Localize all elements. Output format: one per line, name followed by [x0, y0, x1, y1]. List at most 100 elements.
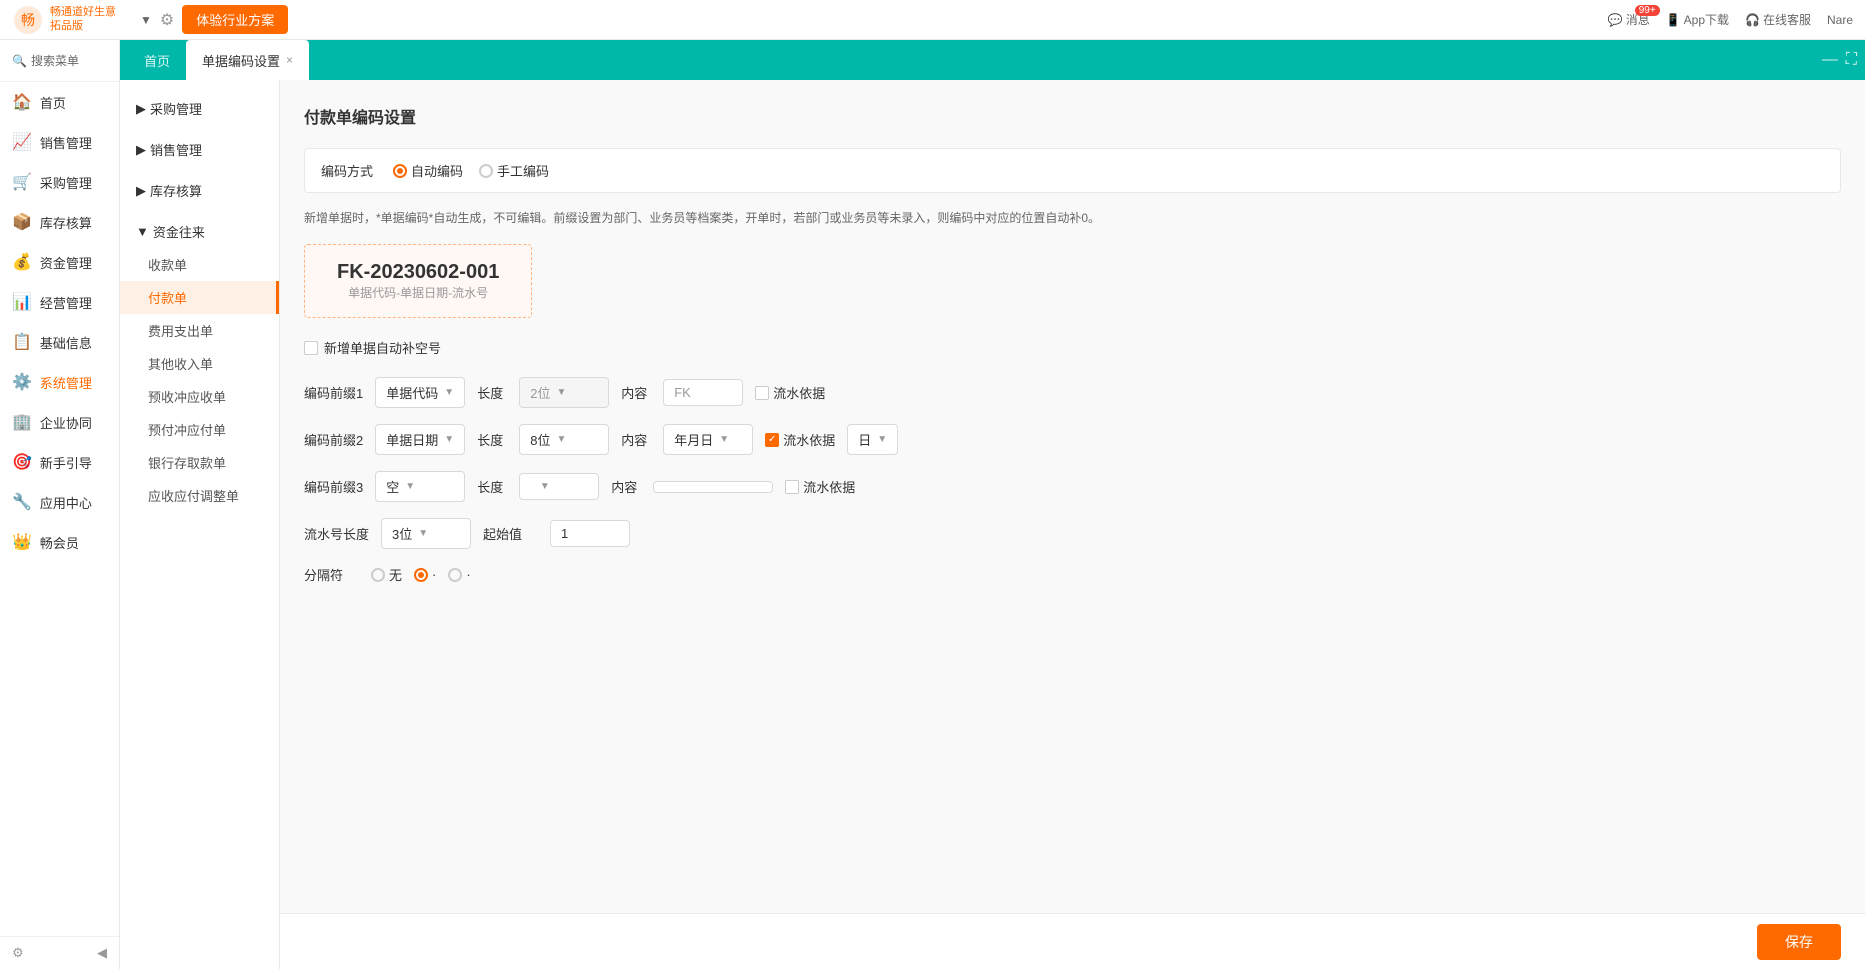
prefix-1-label: 编码前缀1 — [304, 383, 363, 402]
operations-icon: 📊 — [12, 292, 32, 312]
leaf-prepay-payable[interactable]: 预付冲应付单 — [120, 413, 279, 446]
length-1-select: 2位 ▼ — [519, 377, 609, 408]
header-right: 💬 消息 99+ 📱 App下载 🎧 在线客服 Nare — [1608, 11, 1853, 28]
group-funds-arrow: ▼ — [136, 224, 149, 239]
manual-coding-radio[interactable]: 手工编码 — [479, 161, 549, 180]
sidebar-item-finance[interactable]: 💰 资金管理 — [0, 242, 119, 282]
user-name[interactable]: Nare — [1827, 13, 1853, 27]
group-inventory-arrow: ▶ — [136, 183, 146, 199]
code-preview-box: FK-20230602-001 单据代码-单据日期-流水号 — [304, 244, 532, 318]
watermark-3-checkbox[interactable]: 流水依据 — [785, 477, 855, 496]
leaf-bank[interactable]: 银行存取款单 — [120, 446, 279, 479]
length-3-select[interactable]: ▼ — [519, 473, 599, 500]
serial-length-row: 流水号长度 3位 ▼ 起始值 1 — [304, 518, 1841, 549]
group-purchase: ▶ 采购管理 — [120, 88, 279, 129]
content-2-label: 内容 — [621, 430, 651, 449]
separator-radio-group: 无 · · — [371, 565, 471, 584]
leaf-other-income[interactable]: 其他收入单 — [120, 347, 279, 380]
separator-dot2-circle — [448, 568, 462, 582]
svg-text:畅: 畅 — [21, 12, 35, 28]
tab-bar: 首页 单据编码设置 × — ⛶ — [120, 40, 1865, 80]
coding-method-row: 编码方式 自动编码 手工编码 — [304, 148, 1841, 193]
maximize-icon[interactable]: ⛶ — [1846, 51, 1857, 69]
sidebar-item-enterprise[interactable]: 🏢 企业协同 — [0, 402, 119, 442]
sidebar-item-guide[interactable]: 🎯 新手引导 — [0, 442, 119, 482]
tab-coding-settings[interactable]: 单据编码设置 × — [186, 40, 309, 80]
serial-length-label: 流水号长度 — [304, 524, 369, 543]
group-funds-title[interactable]: ▼ 资金往来 — [120, 215, 279, 248]
prefix-row-2: 编码前缀2 单据日期 ▼ 长度 8位 ▼ 内容 年月日 — [304, 424, 1841, 455]
online-service-button[interactable]: 🎧 在线客服 — [1745, 11, 1811, 28]
sidebar-item-home[interactable]: 🏠 首页 — [0, 82, 119, 122]
sidebar-search[interactable]: 🔍 搜索菜单 — [0, 40, 119, 82]
trial-button[interactable]: 体验行业方案 — [182, 5, 288, 34]
inventory-icon: 📦 — [12, 212, 32, 232]
leaf-prepay-receivable[interactable]: 预收冲应收单 — [120, 380, 279, 413]
finance-icon: 💰 — [12, 252, 32, 272]
sidebar-item-operations[interactable]: 📊 经营管理 — [0, 282, 119, 322]
leaf-adjust[interactable]: 应收应付调整单 — [120, 479, 279, 512]
message-button[interactable]: 💬 消息 99+ — [1608, 11, 1650, 28]
watermark-1-checkbox[interactable]: 流水依据 — [755, 383, 825, 402]
tab-close-icon[interactable]: × — [286, 53, 293, 67]
group-sales-title[interactable]: ▶ 销售管理 — [120, 133, 279, 166]
length-2-select[interactable]: 8位 ▼ — [519, 424, 609, 455]
separator-dot2-radio[interactable]: · — [448, 567, 470, 582]
content-2-arrow: ▼ — [719, 434, 729, 445]
prefix-1-arrow: ▼ — [444, 387, 454, 398]
watermark-period-select[interactable]: 日 ▼ — [847, 424, 898, 455]
sidebar-item-app-center[interactable]: 🔧 应用中心 — [0, 482, 119, 522]
prefix-2-select[interactable]: 单据日期 ▼ — [375, 424, 465, 455]
length-1-arrow: ▼ — [556, 387, 566, 398]
group-purchase-arrow: ▶ — [136, 101, 146, 117]
tab-home[interactable]: 首页 — [128, 40, 186, 80]
search-menu-button[interactable]: 🔍 搜索菜单 — [8, 48, 111, 73]
search-icon: 🔍 — [12, 54, 27, 68]
start-value-input[interactable]: 1 — [550, 520, 630, 547]
member-icon: 👑 — [12, 532, 32, 552]
main-panel: 付款单编码设置 编码方式 自动编码 手工编码 — [280, 80, 1865, 913]
serial-length-arrow: ▼ — [418, 528, 428, 539]
separator-none-radio[interactable]: 无 — [371, 565, 402, 584]
dropdown-arrow: ▼ — [140, 13, 152, 27]
length-1-label: 长度 — [477, 383, 507, 402]
sidebar-item-inventory[interactable]: 📦 库存核算 — [0, 202, 119, 242]
second-sidebar: ▶ 采购管理 ▶ 销售管理 ▶ 库存核算 — [120, 80, 280, 969]
leaf-payment[interactable]: 付款单 — [120, 281, 279, 314]
footer-settings-icon[interactable]: ⚙ — [12, 945, 24, 961]
watermark-2-box — [765, 433, 779, 447]
sidebar-item-member[interactable]: 👑 畅会员 — [0, 522, 119, 562]
leaf-receipt[interactable]: 收款单 — [120, 248, 279, 281]
watermark-3-box — [785, 480, 799, 494]
serial-length-select[interactable]: 3位 ▼ — [381, 518, 471, 549]
content-2-select[interactable]: 年月日 ▼ — [663, 424, 753, 455]
code-preview-desc: 单据代码-单据日期-流水号 — [348, 286, 488, 300]
watermark-2-checkbox[interactable]: 流水依据 — [765, 430, 835, 449]
minimize-icon[interactable]: — — [1822, 51, 1838, 69]
top-header: 畅 畅通道好生意 拓品版 ▼ ⚙ 体验行业方案 💬 消息 99+ 📱 App下载… — [0, 0, 1865, 40]
auto-coding-radio[interactable]: 自动编码 — [393, 161, 463, 180]
prefix-1-select[interactable]: 单据代码 ▼ — [375, 377, 465, 408]
separator-dot1-radio[interactable]: · — [414, 567, 436, 582]
period-arrow: ▼ — [877, 434, 887, 445]
save-button[interactable]: 保存 — [1757, 924, 1841, 960]
group-inventory-title[interactable]: ▶ 库存核算 — [120, 174, 279, 207]
separator-label: 分隔符 — [304, 565, 359, 584]
footer-collapse-icon[interactable]: ◀ — [97, 945, 107, 961]
group-purchase-title[interactable]: ▶ 采购管理 — [120, 92, 279, 125]
auto-fill-checkbox[interactable] — [304, 341, 318, 355]
content-1-input: FK — [663, 379, 743, 406]
page-title: 付款单编码设置 — [304, 104, 1841, 128]
sidebar-item-basic-info[interactable]: 📋 基础信息 — [0, 322, 119, 362]
header-dropdown[interactable]: ▼ — [140, 13, 152, 27]
sidebar-item-purchase[interactable]: 🛒 采购管理 — [0, 162, 119, 202]
leaf-expense[interactable]: 费用支出单 — [120, 314, 279, 347]
manual-coding-circle — [479, 164, 493, 178]
app-download-button[interactable]: 📱 App下载 — [1666, 11, 1729, 28]
prefix-3-select[interactable]: 空 ▼ — [375, 471, 465, 502]
sidebar-item-system[interactable]: ⚙️ 系统管理 — [0, 362, 119, 402]
gear-icon[interactable]: ⚙ — [160, 10, 174, 30]
mobile-icon: 📱 — [1666, 13, 1681, 27]
sidebar-item-sales[interactable]: 📈 销售管理 — [0, 122, 119, 162]
app-center-icon: 🔧 — [12, 492, 32, 512]
